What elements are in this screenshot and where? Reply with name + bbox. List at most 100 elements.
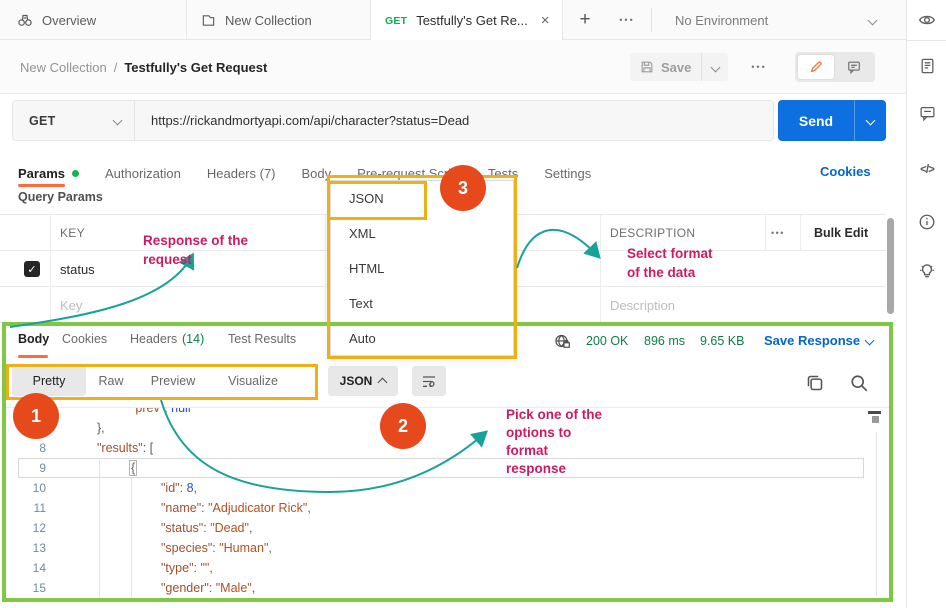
response-body-editor[interactable]: "prev": null }, 8 "results": [ 9 { 10 "i…	[2, 408, 893, 602]
sidebar-divider	[907, 40, 946, 41]
status-badge[interactable]: 200 OK	[586, 334, 628, 348]
params-more-button[interactable]: •••	[771, 215, 785, 251]
tab-params-label: Params	[18, 166, 65, 181]
request-info-button[interactable]	[907, 213, 946, 231]
tab-new-collection-label: New Collection	[225, 13, 312, 28]
param-checkbox[interactable]: ✓	[24, 261, 40, 277]
response-tab-cookies[interactable]: Cookies	[62, 332, 107, 346]
save-options-button[interactable]	[702, 64, 728, 71]
code-line: "prev": null	[2, 408, 893, 418]
code-snippet-button[interactable]: </>	[907, 164, 946, 176]
line-number: 14	[2, 558, 46, 578]
cookies-link[interactable]: Cookies	[820, 164, 871, 179]
url-input[interactable]: https://rickandmortyapi.com/api/characte…	[151, 113, 469, 128]
new-tab-button[interactable]: +	[566, 0, 604, 40]
chevron-down-icon[interactable]	[865, 336, 875, 346]
format-option-html[interactable]: HTML	[331, 251, 513, 286]
response-toolbar: Pretty Raw Preview Visualize JSON	[2, 362, 893, 408]
line-number: 10	[2, 478, 46, 498]
view-tab-raw[interactable]: Raw	[86, 366, 136, 396]
key-placeholder[interactable]: Key	[60, 287, 82, 323]
response-tab-test-results[interactable]: Test Results	[228, 332, 296, 346]
postman-app: Overview New Collection GET Testfully's …	[0, 0, 946, 608]
scroll-to-top-icon[interactable]	[868, 411, 882, 423]
view-tab-visualize[interactable]: Visualize	[210, 366, 296, 396]
chevron-down-icon	[710, 62, 720, 72]
response-tab-body[interactable]: Body	[18, 332, 49, 346]
eye-icon	[918, 11, 936, 29]
tab-body[interactable]: Body	[302, 166, 332, 181]
annotation-step-2-badge: 2	[380, 403, 426, 449]
comment-mode-button[interactable]	[836, 55, 872, 79]
scrollbar-thumb[interactable]	[887, 218, 894, 314]
search-response-button[interactable]	[846, 370, 872, 396]
view-tab-pretty[interactable]: Pretty	[12, 366, 86, 396]
environment-selector[interactable]: No Environment	[652, 0, 886, 40]
edit-mode-button[interactable]	[798, 55, 834, 79]
param-key-value[interactable]: status	[60, 251, 95, 287]
response-panel: Body Cookies Headers (14) Test Results 2…	[2, 322, 893, 602]
tab-request-label: Testfully's Get Re...	[416, 13, 528, 28]
chevron-down-icon	[113, 116, 123, 126]
active-tab-indicator	[18, 184, 65, 187]
code-line: 13 "species": "Human",	[2, 538, 893, 558]
close-tab-icon[interactable]: ×	[541, 13, 550, 28]
comment-icon	[847, 60, 861, 74]
copy-response-button[interactable]	[802, 370, 828, 396]
network-info-icon[interactable]	[554, 333, 571, 350]
environment-quick-look-button[interactable]	[907, 11, 946, 29]
column-key: KEY	[60, 215, 85, 251]
method-selector[interactable]: GET	[13, 101, 135, 140]
code-line: 10 "id": 8,	[2, 478, 893, 498]
pm-bot-button[interactable]	[907, 262, 946, 281]
tab-authorization[interactable]: Authorization	[105, 166, 181, 181]
lightbulb-icon	[918, 262, 936, 281]
method-value: GET	[29, 114, 56, 128]
tab-request-active[interactable]: GET Testfully's Get Re... ×	[370, 0, 563, 41]
tab-settings[interactable]: Settings	[544, 166, 591, 181]
tab-options-button[interactable]: •••	[606, 0, 648, 40]
bulk-edit-button[interactable]: Bulk Edit	[814, 215, 868, 251]
tab-headers[interactable]: Headers (7)	[207, 166, 276, 181]
save-icon	[640, 60, 654, 74]
wrap-text-icon	[421, 373, 437, 389]
topbar: Overview New Collection GET Testfully's …	[0, 0, 906, 40]
tab-params[interactable]: Params	[18, 166, 79, 181]
format-option-auto[interactable]: Auto	[331, 321, 513, 356]
response-time[interactable]: 896 ms	[644, 334, 685, 348]
environment-label: No Environment	[675, 13, 768, 28]
format-select[interactable]: JSON	[328, 366, 398, 396]
save-button[interactable]: Save	[630, 53, 728, 81]
headers-count-badge: (14)	[182, 332, 204, 346]
breadcrumb-collection[interactable]: New Collection	[20, 60, 107, 75]
tab-new-collection[interactable]: New Collection	[187, 0, 370, 40]
chevron-up-icon	[378, 378, 388, 388]
tab-overview[interactable]: Overview	[0, 0, 187, 40]
breadcrumb-request-title[interactable]: Testfully's Get Request	[124, 60, 267, 75]
tab-tests[interactable]: Tests	[488, 166, 518, 181]
code-line: },	[2, 418, 893, 438]
annotation-pick-note: Pick one of the options to format respon…	[506, 406, 602, 478]
format-option-xml[interactable]: XML	[331, 216, 513, 251]
send-button[interactable]: Send	[778, 100, 886, 141]
chevron-down-icon	[865, 116, 875, 126]
edit-comment-toggle	[795, 52, 875, 82]
wrap-lines-button[interactable]	[412, 366, 446, 396]
send-options-button[interactable]	[855, 117, 885, 124]
save-response-button[interactable]: Save Response	[764, 333, 860, 348]
documentation-button[interactable]	[907, 57, 946, 75]
response-tab-headers[interactable]: Headers	[130, 332, 177, 346]
annotation-step-3-badge: 3	[440, 165, 486, 211]
line-number: 8	[2, 438, 46, 458]
request-more-actions-button[interactable]: •••	[742, 53, 776, 81]
comments-button[interactable]	[907, 105, 946, 122]
response-size[interactable]: 9.65 KB	[700, 334, 744, 348]
editor-scrollbar[interactable]	[876, 432, 877, 596]
tab-overview-label: Overview	[42, 13, 96, 28]
line-number: 9	[2, 458, 46, 478]
view-tab-preview[interactable]: Preview	[136, 366, 210, 396]
pencil-icon	[809, 60, 823, 74]
format-option-text[interactable]: Text	[331, 286, 513, 321]
line-number: 12	[2, 518, 46, 538]
description-placeholder[interactable]: Description	[610, 287, 675, 323]
